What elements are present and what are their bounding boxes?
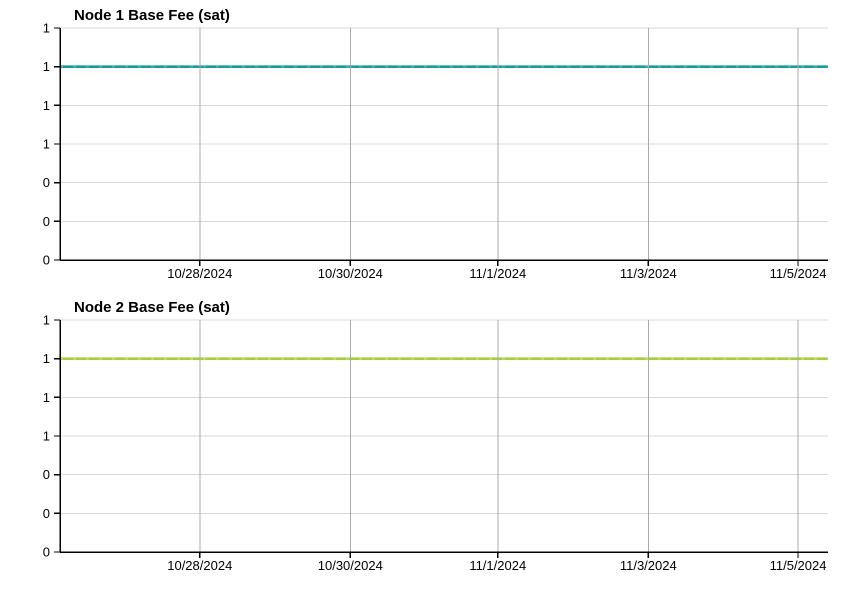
svg-text:1: 1 xyxy=(43,21,50,36)
svg-text:1: 1 xyxy=(43,59,50,74)
svg-text:1: 1 xyxy=(43,429,50,444)
svg-text:1: 1 xyxy=(43,98,50,113)
svg-text:1: 1 xyxy=(43,351,50,366)
svg-text:10/28/2024: 10/28/2024 xyxy=(167,266,232,281)
svg-text:11/1/2024: 11/1/2024 xyxy=(469,266,526,281)
svg-text:1: 1 xyxy=(43,313,50,328)
svg-text:0: 0 xyxy=(43,175,50,190)
svg-text:10/30/2024: 10/30/2024 xyxy=(318,558,383,573)
svg-text:11/3/2024: 11/3/2024 xyxy=(620,558,677,573)
svg-text:1: 1 xyxy=(43,390,50,405)
node2-base-fee-chart: Node 2 Base Fee (sat) 111100010/28/20241… xyxy=(0,292,860,600)
svg-text:11/5/2024: 11/5/2024 xyxy=(770,558,827,573)
svg-text:0: 0 xyxy=(43,545,50,560)
node2-base-fee-plot: 1 1 1 1 0 0 0 10/28/2024 10/30/2024 11/1/2024 11/3… xyxy=(0,292,860,592)
svg-text:0: 0 xyxy=(43,467,50,482)
svg-text:0: 0 xyxy=(43,506,50,521)
svg-text:0: 0 xyxy=(43,214,50,229)
svg-text:0: 0 xyxy=(43,253,50,268)
svg-text:11/5/2024: 11/5/2024 xyxy=(770,266,827,281)
svg-text:11/1/2024: 11/1/2024 xyxy=(469,558,526,573)
node1-base-fee-chart: Node 1 Base Fee (sat) 111100010/28/20241… xyxy=(0,0,860,292)
svg-text:10/30/2024: 10/30/2024 xyxy=(318,266,383,281)
svg-text:10/28/2024: 10/28/2024 xyxy=(167,558,232,573)
node1-base-fee-plot: 1 1 1 1 0 0 0 10/28/2024 10/30/2024 11/1/2024 11/3… xyxy=(0,0,860,292)
svg-text:1: 1 xyxy=(43,137,50,152)
svg-text:11/3/2024: 11/3/2024 xyxy=(620,266,677,281)
